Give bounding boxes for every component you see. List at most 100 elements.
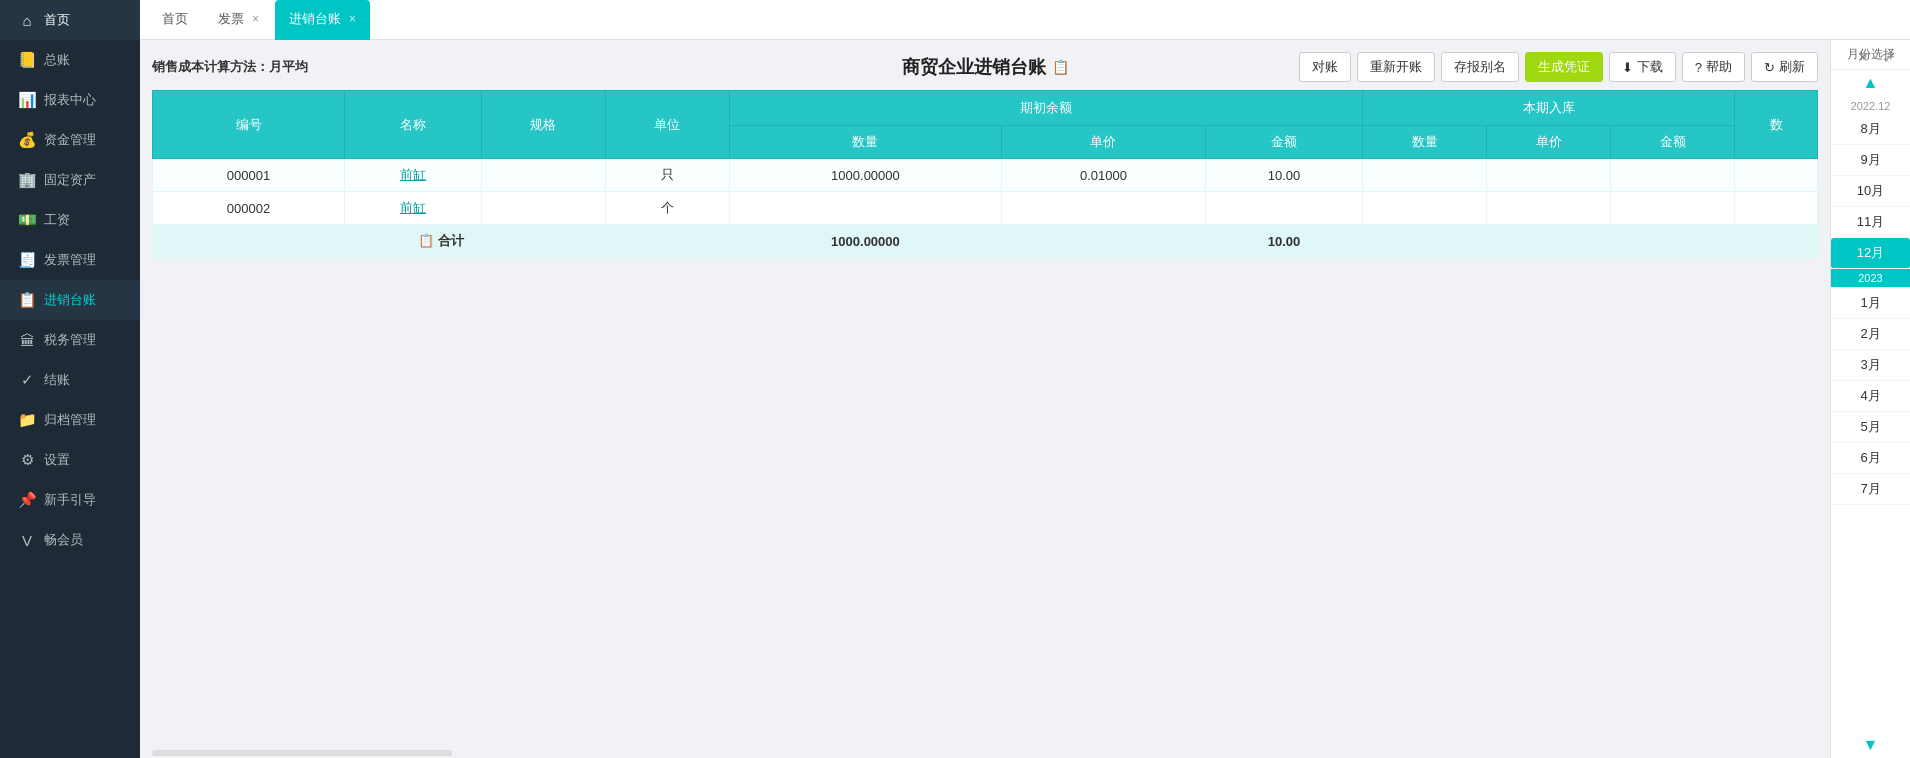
close-icon: ✓ bbox=[18, 371, 36, 389]
sidebar-item-invoice-mgmt[interactable]: 🧾 发票管理 bbox=[0, 240, 140, 280]
reconcile-button[interactable]: 对账 bbox=[1299, 52, 1351, 82]
tab-close-purchase-tab[interactable]: × bbox=[349, 12, 356, 26]
col-unit: 单位 bbox=[605, 91, 729, 159]
year-2023-badge: 2023 bbox=[1831, 269, 1910, 288]
col-in-qty: 数量 bbox=[1363, 126, 1487, 159]
month-item-3月[interactable]: 3月 bbox=[1831, 350, 1910, 381]
sidebar-label-vip: 畅会员 bbox=[44, 531, 83, 549]
guide-icon: 📌 bbox=[18, 491, 36, 509]
cell-opening-qty: 1000.00000 bbox=[729, 159, 1001, 192]
month-item-2月[interactable]: 2月 bbox=[1831, 319, 1910, 350]
month-item-12月[interactable]: 12月 bbox=[1831, 238, 1910, 269]
month-panel-scroll: 2022.12 8月9月10月11月12月 2023 1月2月3月4月5月6月7… bbox=[1831, 96, 1910, 732]
generate-voucher-button[interactable]: 生成凭证 bbox=[1525, 52, 1603, 82]
cell-opening-amount: 10.00 bbox=[1205, 159, 1363, 192]
sidebar-item-close[interactable]: ✓ 结账 bbox=[0, 360, 140, 400]
month-item-10月[interactable]: 10月 bbox=[1831, 176, 1910, 207]
month-item-1月[interactable]: 1月 bbox=[1831, 288, 1910, 319]
cell-opening-price: 0.01000 bbox=[1002, 159, 1206, 192]
month-item-6月[interactable]: 6月 bbox=[1831, 443, 1910, 474]
cell-in-price bbox=[1487, 159, 1611, 192]
sidebar-item-home[interactable]: ⌂ 首页 bbox=[0, 0, 140, 40]
maximize-window-button[interactable]: ⤢ bbox=[1878, 46, 1900, 68]
month-item-5月[interactable]: 5月 bbox=[1831, 412, 1910, 443]
save-alias-button[interactable]: 存报别名 bbox=[1441, 52, 1519, 82]
col-opening-qty: 数量 bbox=[729, 126, 1001, 159]
total-opening-qty: 1000.00000 bbox=[729, 225, 1001, 258]
download-button[interactable]: ⬇ 下载 bbox=[1609, 52, 1676, 82]
sidebar-item-payroll[interactable]: 💵 工资 bbox=[0, 200, 140, 240]
tab-label-purchase-tab: 进销台账 bbox=[289, 10, 341, 28]
cell-in-qty bbox=[1363, 159, 1487, 192]
total-in-qty bbox=[1363, 225, 1487, 258]
table-row: 000001 前缸 只 1000.00000 0.01000 10.00 bbox=[153, 159, 1818, 192]
sidebar-item-purchase-ledger[interactable]: 📋进销台账 bbox=[0, 280, 140, 320]
total-opening-price bbox=[1002, 225, 1206, 258]
sidebar-item-settings[interactable]: ⚙设置 bbox=[0, 440, 140, 480]
bottom-scroll bbox=[140, 748, 1830, 758]
tab-purchase-tab[interactable]: 进销台账 × bbox=[275, 0, 370, 40]
content-area: 销售成本计算方法：月平均 商贸企业进销台账 📋 对账 重新开账 存报别名 生成凭… bbox=[140, 40, 1910, 758]
sidebar-item-assets[interactable]: 🏢固定资产 bbox=[0, 160, 140, 200]
cell-in-price bbox=[1487, 192, 1611, 225]
month-item-7月[interactable]: 7月 bbox=[1831, 474, 1910, 505]
tab-close-invoice-tab[interactable]: × bbox=[252, 12, 259, 26]
month-panel: 月份选择 ▲ 2022.12 8月9月10月11月12月 2023 1月2月3月… bbox=[1830, 40, 1910, 758]
sidebar-label-assets: 固定资产 bbox=[44, 171, 96, 189]
page-title-text: 商贸企业进销台账 bbox=[902, 55, 1046, 79]
sidebar-item-vip[interactable]: V 畅会员 bbox=[0, 520, 140, 560]
cell-unit: 只 bbox=[605, 159, 729, 192]
sidebar-item-funds[interactable]: 💰 资金管理 bbox=[0, 120, 140, 160]
funds-icon: 💰 bbox=[18, 131, 36, 149]
sidebar-label-home: 首页 bbox=[44, 11, 70, 29]
sidebar-item-archive[interactable]: 📁归档管理 bbox=[0, 400, 140, 440]
sidebar-label-payroll: 工资 bbox=[44, 211, 70, 229]
total-extra bbox=[1735, 225, 1818, 258]
sidebar-label-close: 结账 bbox=[44, 371, 70, 389]
total-opening-amount: 10.00 bbox=[1205, 225, 1363, 258]
month-item-11月[interactable]: 11月 bbox=[1831, 207, 1910, 238]
total-in-price bbox=[1487, 225, 1611, 258]
month-scroll-down[interactable]: ▼ bbox=[1831, 732, 1910, 758]
cell-extra bbox=[1735, 192, 1818, 225]
cell-spec bbox=[481, 192, 605, 225]
month-item-8月[interactable]: 8月 bbox=[1831, 114, 1910, 145]
page-body: 销售成本计算方法：月平均 商贸企业进销台账 📋 对账 重新开账 存报别名 生成凭… bbox=[140, 40, 1830, 758]
close-window-button[interactable]: ✕ bbox=[1852, 46, 1874, 68]
cell-opening-amount bbox=[1205, 192, 1363, 225]
sidebar-label-invoice-mgmt: 发票管理 bbox=[44, 251, 96, 269]
page-title: 商贸企业进销台账 📋 bbox=[902, 55, 1069, 79]
month-item-9月[interactable]: 9月 bbox=[1831, 145, 1910, 176]
sidebar-item-guide[interactable]: 📌新手引导 bbox=[0, 480, 140, 520]
reopen-button[interactable]: 重新开账 bbox=[1357, 52, 1435, 82]
home-icon: ⌂ bbox=[18, 12, 36, 29]
ledger-icon: 📒 bbox=[18, 51, 36, 69]
sidebar-item-tax[interactable]: 🏛税务管理 bbox=[0, 320, 140, 360]
month-item-4月[interactable]: 4月 bbox=[1831, 381, 1910, 412]
vip-icon: V bbox=[18, 532, 36, 549]
tab-invoice-tab[interactable]: 发票× bbox=[204, 0, 273, 40]
cell-opening-price bbox=[1002, 192, 1206, 225]
tab-home-tab[interactable]: 首页 bbox=[148, 0, 202, 40]
invoice-mgmt-icon: 🧾 bbox=[18, 251, 36, 269]
sidebar-label-reports: 报表中心 bbox=[44, 91, 96, 109]
sidebar: ⌂首页📒总账📊报表中心💰资金管理🏢固定资产💵工资🧾发票管理📋进销台账🏛税务管理✓… bbox=[0, 0, 140, 758]
refresh-button[interactable]: ↻ 刷新 bbox=[1751, 52, 1818, 82]
col-current-in: 本期入库 bbox=[1363, 91, 1735, 126]
sidebar-item-reports[interactable]: 📊报表中心 bbox=[0, 80, 140, 120]
help-button[interactable]: ? 帮助 bbox=[1682, 52, 1745, 82]
total-in-amount bbox=[1611, 225, 1735, 258]
horizontal-scrollbar[interactable] bbox=[152, 750, 452, 756]
main-area: 首页发票× 进销台账 × 销售成本计算方法：月平均 商贸企业进销台账 📋 对账 重新… bbox=[140, 0, 1910, 758]
total-row: 📋合计 1000.00000 10.00 bbox=[153, 225, 1818, 258]
sidebar-label-funds: 资金管理 bbox=[44, 131, 96, 149]
col-opening-price: 单价 bbox=[1002, 126, 1206, 159]
cell-in-amount bbox=[1611, 192, 1735, 225]
table-wrap: 编号 名称 规格 单位 期初余额 本期入库 数 数量 单价 金额 数 bbox=[140, 90, 1830, 748]
col-spec: 规格 bbox=[481, 91, 605, 159]
payroll-icon: 💵 bbox=[18, 211, 36, 229]
download-icon: ⬇ bbox=[1622, 60, 1633, 75]
sidebar-label-settings: 设置 bbox=[44, 451, 70, 469]
cost-method-label: 销售成本计算方法：月平均 bbox=[152, 58, 308, 76]
sidebar-item-ledger[interactable]: 📒总账 bbox=[0, 40, 140, 80]
